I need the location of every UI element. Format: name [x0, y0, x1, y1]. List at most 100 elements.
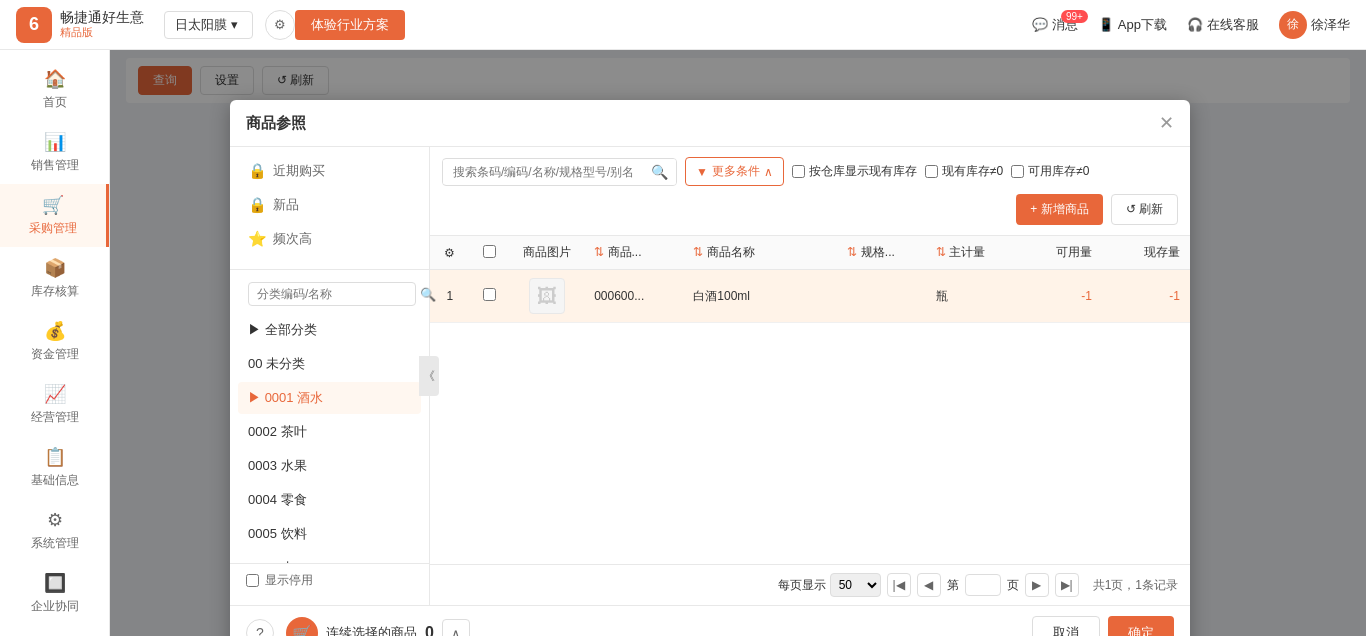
- col-header-unit[interactable]: ⇅ 主计量: [926, 236, 1014, 270]
- basicinfo-icon: 📋: [44, 446, 66, 468]
- last-page-btn[interactable]: ▶|: [1055, 573, 1079, 597]
- col-header-settings[interactable]: ⚙: [430, 236, 470, 270]
- check-warehouse-label[interactable]: 按仓库显示现有库存: [792, 163, 917, 180]
- sidebar-item-inventory[interactable]: 📦 库存核算: [0, 247, 109, 310]
- left-tabs: 🔒 近期购买 🔒 新品 ⭐ 频次高: [230, 155, 429, 257]
- dialog-header: 商品参照 ✕: [230, 100, 1190, 147]
- toolbar-right: + 新增商品 ↺ 刷新: [1016, 194, 1178, 225]
- first-page-btn[interactable]: |◀: [887, 573, 911, 597]
- row-checkbox[interactable]: [483, 288, 496, 301]
- sidebar-item-basic-info[interactable]: 📋 基础信息: [0, 436, 109, 499]
- add-product-btn[interactable]: + 新增商品: [1016, 194, 1102, 225]
- page-suffix: 页: [1007, 577, 1019, 594]
- sidebar-label-enterprise: 企业协同: [31, 598, 79, 615]
- tab-new-products[interactable]: 🔒 新品: [238, 189, 421, 221]
- show-disabled-label: 显示停用: [265, 572, 313, 589]
- sidebar-item-purchase[interactable]: 🛒 采购管理: [0, 184, 109, 247]
- message-badge: 99+: [1061, 10, 1088, 23]
- per-page-select[interactable]: 50 100 200: [830, 573, 881, 597]
- sidebar-item-operations[interactable]: 📈 经营管理: [0, 373, 109, 436]
- check-available-ne0-input[interactable]: [1011, 165, 1024, 178]
- col-header-spec[interactable]: ⇅ 规格...: [837, 236, 925, 270]
- right-panel: 🔍 ▼ 更多条件 ∧ 按仓库显示现有库存: [430, 147, 1190, 605]
- sidebar-item-enterprise[interactable]: 🔲 企业协同: [0, 562, 109, 625]
- next-page-btn[interactable]: ▶: [1025, 573, 1049, 597]
- demo-button[interactable]: 体验行业方案: [295, 10, 405, 40]
- sidebar-item-sales[interactable]: 📊 销售管理: [0, 121, 109, 184]
- user-avatar-btn[interactable]: 徐 徐泽华: [1279, 11, 1350, 39]
- modal-overlay: 商品参照 ✕ 🔒 近期购买 🔒: [110, 50, 1366, 636]
- product-reference-dialog: 商品参照 ✕ 🔒 近期购买 🔒: [230, 100, 1190, 636]
- refresh-btn[interactable]: ↺ 刷新: [1111, 194, 1178, 225]
- select-all-checkbox[interactable]: [483, 245, 496, 258]
- close-icon[interactable]: ✕: [1159, 112, 1174, 134]
- settings-icon[interactable]: ⚙: [265, 10, 295, 40]
- prev-page-btn[interactable]: ◀: [917, 573, 941, 597]
- collapse-panel-btn[interactable]: 《: [419, 356, 439, 396]
- col-header-stock: 现存量: [1102, 236, 1190, 270]
- expand-icon[interactable]: ∧: [442, 619, 470, 636]
- category-search-input[interactable]: [248, 282, 416, 306]
- row-stock: -1: [1102, 270, 1190, 323]
- show-disabled-checkbox[interactable]: [246, 574, 259, 587]
- col-header-check[interactable]: [470, 236, 510, 270]
- purchase-icon: 🛒: [42, 194, 64, 216]
- sidebar-item-guide[interactable]: 🔔 新手引导: [0, 625, 109, 636]
- sidebar-item-finance[interactable]: 💰 资金管理: [0, 310, 109, 373]
- sidebar-label-purchase: 采购管理: [29, 220, 77, 237]
- search-btn[interactable]: 🔍: [643, 159, 676, 185]
- sidebar-label-inventory: 库存核算: [31, 283, 79, 300]
- operations-icon: 📈: [44, 383, 66, 405]
- category-0008[interactable]: 0008 水: [238, 552, 421, 563]
- category-search-box: 🔍: [238, 278, 421, 314]
- left-panel: 🔒 近期购买 🔒 新品 ⭐ 频次高: [230, 147, 430, 605]
- sort-icon-name: ⇅: [693, 245, 703, 259]
- logo-icon: 6: [16, 7, 52, 43]
- filter-more-btn[interactable]: ▼ 更多条件 ∧: [685, 157, 784, 186]
- category-search-icon[interactable]: 🔍: [420, 287, 436, 302]
- company-name: 畅捷通好生意: [60, 9, 144, 26]
- online-service-btn[interactable]: 🎧 在线客服: [1187, 16, 1259, 34]
- category-all[interactable]: ▶ 全部分类: [238, 314, 421, 346]
- row-product-code: 000600...: [584, 270, 683, 323]
- tab-recent-purchase[interactable]: 🔒 近期购买: [238, 155, 421, 187]
- sidebar-item-system[interactable]: ⚙ 系统管理: [0, 499, 109, 562]
- lock-icon-new: 🔒: [248, 196, 267, 214]
- pagination-bar: 每页显示 50 100 200 |◀ ◀ 第 1 页: [430, 564, 1190, 605]
- col-header-code[interactable]: ⇅ 商品...: [584, 236, 683, 270]
- chevron-down-icon: ▾: [231, 17, 238, 32]
- main-layout: 🏠 首页 📊 销售管理 🛒 采购管理 📦 库存核算 💰 资金管理 📈 经营管理 …: [0, 50, 1366, 636]
- dialog-title: 商品参照: [246, 114, 306, 133]
- tab-frequent[interactable]: ⭐ 频次高: [238, 223, 421, 255]
- current-page-input[interactable]: 1: [965, 574, 1001, 596]
- row-checkbox-cell[interactable]: [470, 270, 510, 323]
- help-icon[interactable]: ?: [246, 619, 274, 636]
- category-0004[interactable]: 0004 零食: [238, 484, 421, 516]
- app-download-btn[interactable]: 📱 App下载: [1098, 16, 1167, 34]
- confirm-button[interactable]: 确定: [1108, 616, 1174, 636]
- footer-buttons: 取消 确定: [1032, 616, 1174, 636]
- category-0005[interactable]: 0005 饮料: [238, 518, 421, 550]
- check-warehouse-input[interactable]: [792, 165, 805, 178]
- check-available-ne0-label[interactable]: 可用库存≠0: [1011, 163, 1089, 180]
- cart-icon[interactable]: 🛒: [286, 617, 318, 636]
- home-icon: 🏠: [44, 68, 66, 90]
- messages-btn[interactable]: 💬 消息 99+: [1032, 16, 1078, 34]
- col-header-name[interactable]: ⇅ 商品名称: [683, 236, 837, 270]
- search-input[interactable]: [443, 160, 643, 184]
- check-stock-ne0-input[interactable]: [925, 165, 938, 178]
- check-stock-ne0-label[interactable]: 现有库存≠0: [925, 163, 1003, 180]
- category-0002[interactable]: 0002 茶叶: [238, 416, 421, 448]
- navbar: 6 畅捷通好生意 精品版 日太阳膜 ▾ ⚙ 体验行业方案 💬 消息 99+ 📱 …: [0, 0, 1366, 50]
- col-header-available: 可用量: [1014, 236, 1102, 270]
- table-row[interactable]: 1 🖼: [430, 270, 1190, 323]
- sidebar-item-home[interactable]: 🏠 首页: [0, 58, 109, 121]
- row-product-img: 🖼: [509, 270, 584, 323]
- sort-icon-spec: ⇅: [847, 245, 857, 259]
- cancel-button[interactable]: 取消: [1032, 616, 1100, 636]
- store-selector[interactable]: 日太阳膜 ▾: [164, 11, 253, 39]
- category-0003[interactable]: 0003 水果: [238, 450, 421, 482]
- product-table: ⚙ 商品图片 ⇅: [430, 236, 1190, 323]
- category-0001[interactable]: ▶ 0001 酒水: [238, 382, 421, 414]
- category-00[interactable]: 00 未分类: [238, 348, 421, 380]
